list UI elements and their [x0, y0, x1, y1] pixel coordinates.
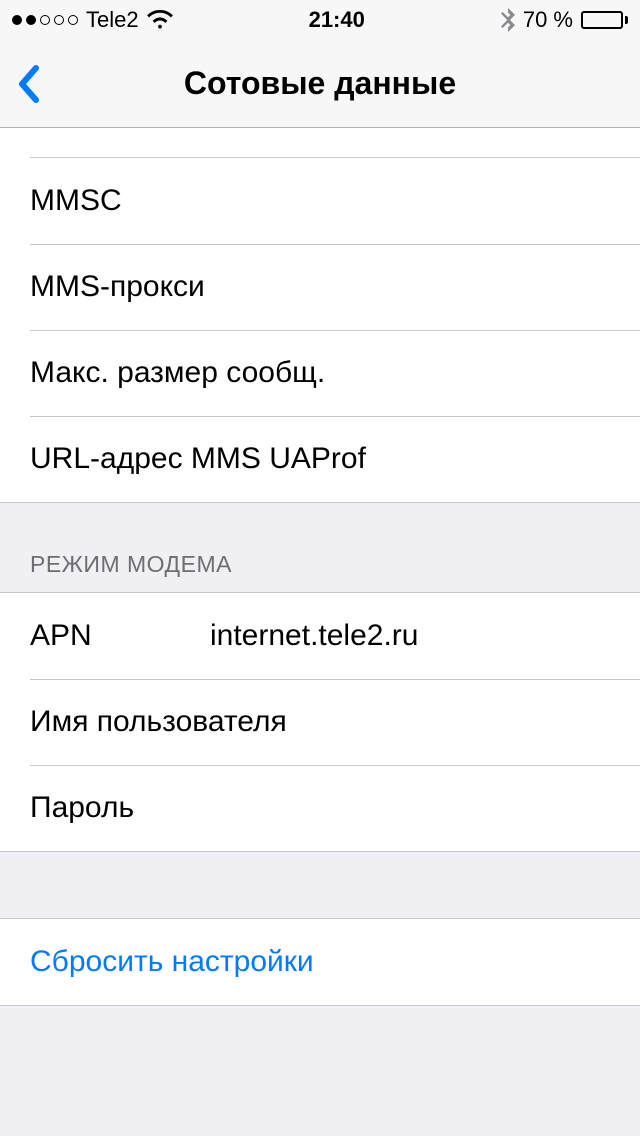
- bluetooth-icon: [501, 8, 515, 32]
- username-field[interactable]: Имя пользователя: [0, 679, 640, 765]
- password-field[interactable]: Пароль: [0, 765, 640, 851]
- modem-group: APN internet.tele2.ru Имя пользователя П…: [0, 592, 640, 852]
- carrier-label: Tele2: [86, 7, 139, 33]
- mms-uaprof-field[interactable]: URL-адрес MMS UAProf: [0, 416, 640, 502]
- modem-group-header: РЕЖИМ МОДЕМА: [0, 503, 640, 592]
- status-left: Tele2: [12, 7, 173, 33]
- chevron-left-icon: [16, 64, 40, 104]
- reset-settings-label: Сбросить настройки: [30, 945, 314, 979]
- password-label: Пароль: [30, 791, 134, 825]
- apn-label: APN: [30, 619, 210, 653]
- mms-max-size-label: Макс. размер сообщ.: [30, 356, 325, 390]
- mms-group: MMSC MMS-прокси Макс. размер сообщ. URL-…: [0, 128, 640, 503]
- status-right: 70 %: [501, 7, 628, 33]
- mms-proxy-field[interactable]: MMS-прокси: [0, 244, 640, 330]
- battery-percent: 70 %: [523, 7, 573, 33]
- wifi-icon: [147, 10, 173, 30]
- signal-strength-icon: [12, 15, 78, 25]
- username-label: Имя пользователя: [30, 705, 287, 739]
- navigation-bar: Сотовые данные: [0, 40, 640, 128]
- mmsc-label: MMSC: [30, 184, 122, 218]
- reset-settings-button[interactable]: Сбросить настройки: [0, 919, 640, 1005]
- partial-row[interactable]: [0, 128, 640, 158]
- apn-field[interactable]: APN internet.tele2.ru: [0, 593, 640, 679]
- mms-proxy-label: MMS-прокси: [30, 270, 205, 304]
- mms-max-size-field[interactable]: Макс. размер сообщ.: [0, 330, 640, 416]
- apn-value: internet.tele2.ru: [210, 619, 418, 653]
- battery-icon: [581, 11, 628, 29]
- content: MMSC MMS-прокси Макс. размер сообщ. URL-…: [0, 128, 640, 1066]
- back-button[interactable]: [8, 56, 48, 112]
- bottom-gap: [0, 1006, 640, 1066]
- page-title: Сотовые данные: [0, 65, 640, 102]
- mms-uaprof-label: URL-адрес MMS UAProf: [30, 442, 366, 476]
- status-bar: Tele2 21:40 70 %: [0, 0, 640, 40]
- mmsc-field[interactable]: MMSC: [0, 158, 640, 244]
- reset-group: Сбросить настройки: [0, 918, 640, 1006]
- status-time: 21:40: [309, 7, 365, 33]
- spacer: [0, 852, 640, 918]
